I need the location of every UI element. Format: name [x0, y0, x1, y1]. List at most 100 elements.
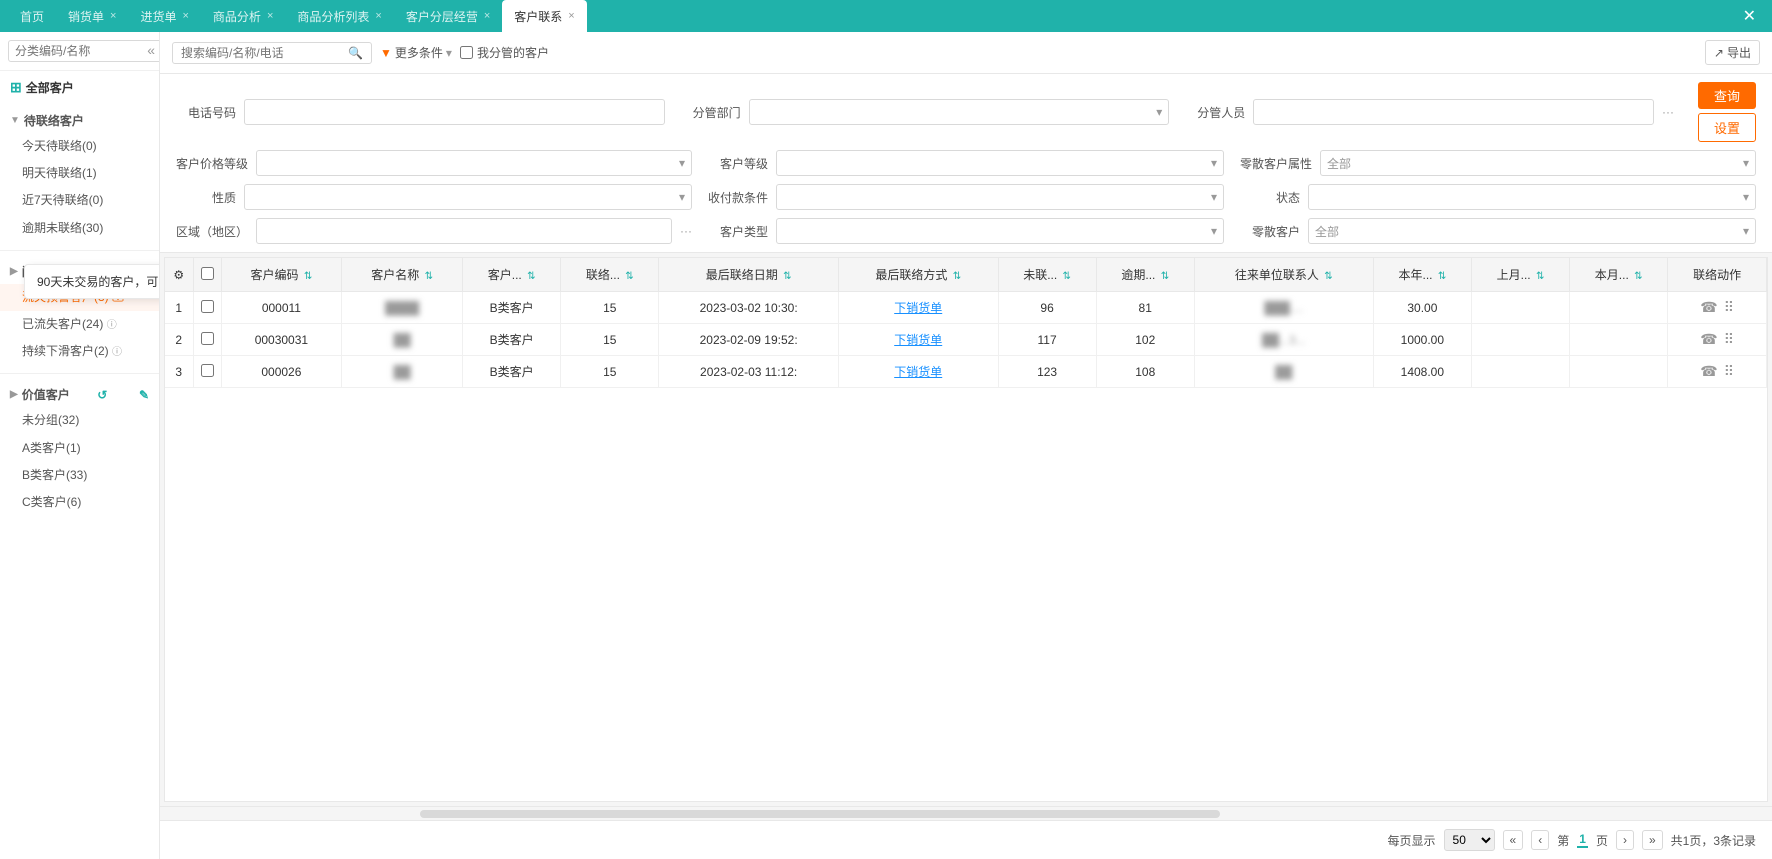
zero-customer-select[interactable]: 全部 ▾	[1308, 218, 1756, 244]
sidebar-item-churned[interactable]: 已流失客户(24) ⓘ	[0, 311, 159, 338]
customer-type-select[interactable]: ▾	[776, 218, 1224, 244]
tab-product-list-close[interactable]: ×	[375, 10, 381, 22]
tab-product-list[interactable]: 商品分析列表 ×	[285, 0, 393, 32]
customer-level-select[interactable]: ▾	[776, 150, 1224, 176]
phone-input[interactable]	[244, 99, 665, 125]
tab-purchase[interactable]: 进货单 ×	[128, 0, 200, 32]
export-btn[interactable]: ↗ 导出	[1705, 40, 1760, 65]
phone-action-icon-0[interactable]: ☎	[1700, 299, 1717, 316]
sort-method-icon[interactable]: ⇅	[953, 271, 961, 282]
sidebar-pending-title[interactable]: ▼ 待联络客户	[0, 108, 159, 133]
sort-code-icon[interactable]: ⇅	[304, 271, 312, 282]
cell-checkbox-2[interactable]	[193, 356, 221, 388]
cell-checkbox-1[interactable]	[193, 324, 221, 356]
more-action-icon-2[interactable]: ⠿	[1724, 363, 1734, 380]
cell-action-2: ☎ ⠿	[1668, 356, 1767, 388]
sort-uncontacted-icon[interactable]: ⇅	[1063, 271, 1071, 282]
per-page-select[interactable]: 50 20 100	[1444, 829, 1495, 851]
sidebar-item-overdue[interactable]: 逾期未联络(30)	[0, 215, 159, 242]
table-row: 2 00030031 ██ B类客户 15 2023-02-09 19:52: …	[165, 324, 1767, 356]
settings-btn[interactable]: 设置	[1698, 113, 1756, 142]
tab-purchase-close[interactable]: ×	[182, 10, 188, 22]
prev-page-btn[interactable]: ‹	[1531, 830, 1549, 850]
sidebar-all-customers[interactable]: ⊞ 全部客户	[0, 71, 159, 104]
sort-contacts-icon[interactable]: ⇅	[1324, 271, 1332, 282]
tab-sales-close[interactable]: ×	[110, 10, 116, 22]
dept-label: 分管部门	[681, 104, 741, 121]
more-action-icon-0[interactable]: ⠿	[1724, 299, 1734, 316]
edit-icon[interactable]: ✎	[139, 388, 149, 402]
sidebar-value-title[interactable]: ▶ 价值客户 ↺ ✎	[0, 382, 159, 407]
status-select[interactable]: ▾	[1308, 184, 1756, 210]
sidebar-item-declining[interactable]: 持续下滑客户(2) ⓘ	[0, 338, 159, 365]
cell-contacts-2: ██	[1194, 356, 1373, 388]
sidebar-item-class-c[interactable]: C类客户(6)	[0, 489, 159, 516]
gender-select[interactable]: ▾	[244, 184, 692, 210]
tab-product-analysis-close[interactable]: ×	[267, 10, 273, 22]
last-page-btn[interactable]: »	[1642, 830, 1663, 850]
tab-sales[interactable]: 销货单 ×	[56, 0, 128, 32]
cell-method-0[interactable]: 下销货单	[838, 292, 998, 324]
zero-attr-select[interactable]: 全部 ▾	[1320, 150, 1756, 176]
region-select[interactable]	[256, 218, 672, 244]
tab-home[interactable]: 首页	[8, 0, 56, 32]
more-conditions-btn[interactable]: ▼ 更多条件 ▾	[380, 44, 452, 61]
sidebar-item-tomorrow[interactable]: 明天待联络(1)	[0, 160, 159, 187]
tab-customer-tier[interactable]: 客户分层经营 ×	[394, 0, 502, 32]
person-ellipsis[interactable]: ···	[1662, 105, 1674, 119]
sort-date-icon[interactable]: ⇅	[783, 271, 791, 282]
sort-last-month-icon[interactable]: ⇅	[1536, 271, 1544, 282]
th-contact: 联络... ⇅	[561, 258, 659, 292]
search-icon[interactable]: 🔍	[348, 46, 363, 60]
select-all-checkbox[interactable]	[201, 267, 214, 280]
tab-customer-contact-close[interactable]: ×	[568, 10, 574, 22]
sidebar-item-today[interactable]: 今天待联络(0)	[0, 133, 159, 160]
sidebar-item-ungrouped[interactable]: 未分组(32)	[0, 407, 159, 434]
row-checkbox-1[interactable]	[201, 332, 214, 345]
sort-name-icon[interactable]: ⇅	[425, 271, 433, 282]
scrollbar-thumb[interactable]	[420, 810, 1220, 818]
region-ellipsis[interactable]: ···	[680, 224, 692, 238]
query-btn[interactable]: 查询	[1698, 82, 1756, 109]
zero-customer-label: 零散客户	[1240, 223, 1300, 240]
cell-checkbox-0[interactable]	[193, 292, 221, 324]
th-settings[interactable]: ⚙	[165, 258, 193, 292]
sort-this-month-icon[interactable]: ⇅	[1634, 271, 1642, 282]
tab-product-analysis[interactable]: 商品分析 ×	[201, 0, 285, 32]
refresh-icon[interactable]: ↺	[97, 388, 107, 402]
close-window-btn[interactable]: ✕	[1735, 6, 1764, 26]
sidebar-item-week[interactable]: 近7天待联络(0)	[0, 187, 159, 214]
sort-type-icon[interactable]: ⇅	[527, 271, 535, 282]
search-input[interactable]	[181, 46, 348, 60]
more-action-icon-1[interactable]: ⠿	[1724, 331, 1734, 348]
next-page-btn[interactable]: ›	[1616, 830, 1634, 850]
payment-select[interactable]: ▾	[776, 184, 1224, 210]
phone-action-icon-2[interactable]: ☎	[1700, 363, 1717, 380]
cell-year-2: 1408.00	[1373, 356, 1471, 388]
th-code: 客户编码 ⇅	[221, 258, 342, 292]
data-table-container: ⚙ 客户编码 ⇅ 客户名称 ⇅ 客户... ⇅ 联络... ⇅ 最后联络日期 ⇅…	[164, 257, 1768, 802]
cell-method-2[interactable]: 下销货单	[838, 356, 998, 388]
phone-action-icon-1[interactable]: ☎	[1700, 331, 1717, 348]
cell-method-1[interactable]: 下销货单	[838, 324, 998, 356]
sort-contact-icon[interactable]: ⇅	[625, 271, 633, 282]
my-customers-checkbox[interactable]: 我分管的客户	[460, 44, 549, 61]
sidebar-search-input[interactable]	[8, 40, 160, 62]
row-checkbox-0[interactable]	[201, 300, 214, 313]
sidebar-item-class-a[interactable]: A类客户(1)	[0, 435, 159, 462]
tab-customer-contact[interactable]: 客户联系 ×	[502, 0, 586, 32]
sort-year-icon[interactable]: ⇅	[1438, 271, 1446, 282]
zero-customer-value: 全部	[1315, 223, 1339, 240]
horizontal-scrollbar[interactable]	[160, 806, 1772, 820]
sort-overdue-icon[interactable]: ⇅	[1161, 271, 1169, 282]
tab-customer-tier-close[interactable]: ×	[484, 10, 490, 22]
sidebar-collapse-btn[interactable]: «	[147, 42, 155, 58]
row-checkbox-2[interactable]	[201, 364, 214, 377]
dept-select[interactable]: ▾	[749, 99, 1170, 125]
first-page-btn[interactable]: «	[1503, 830, 1524, 850]
th-checkbox[interactable]	[193, 258, 221, 292]
my-customers-input[interactable]	[460, 46, 473, 59]
price-level-select[interactable]: ▾	[256, 150, 692, 176]
person-select[interactable]	[1253, 99, 1654, 125]
sidebar-item-class-b[interactable]: B类客户(33)	[0, 462, 159, 489]
